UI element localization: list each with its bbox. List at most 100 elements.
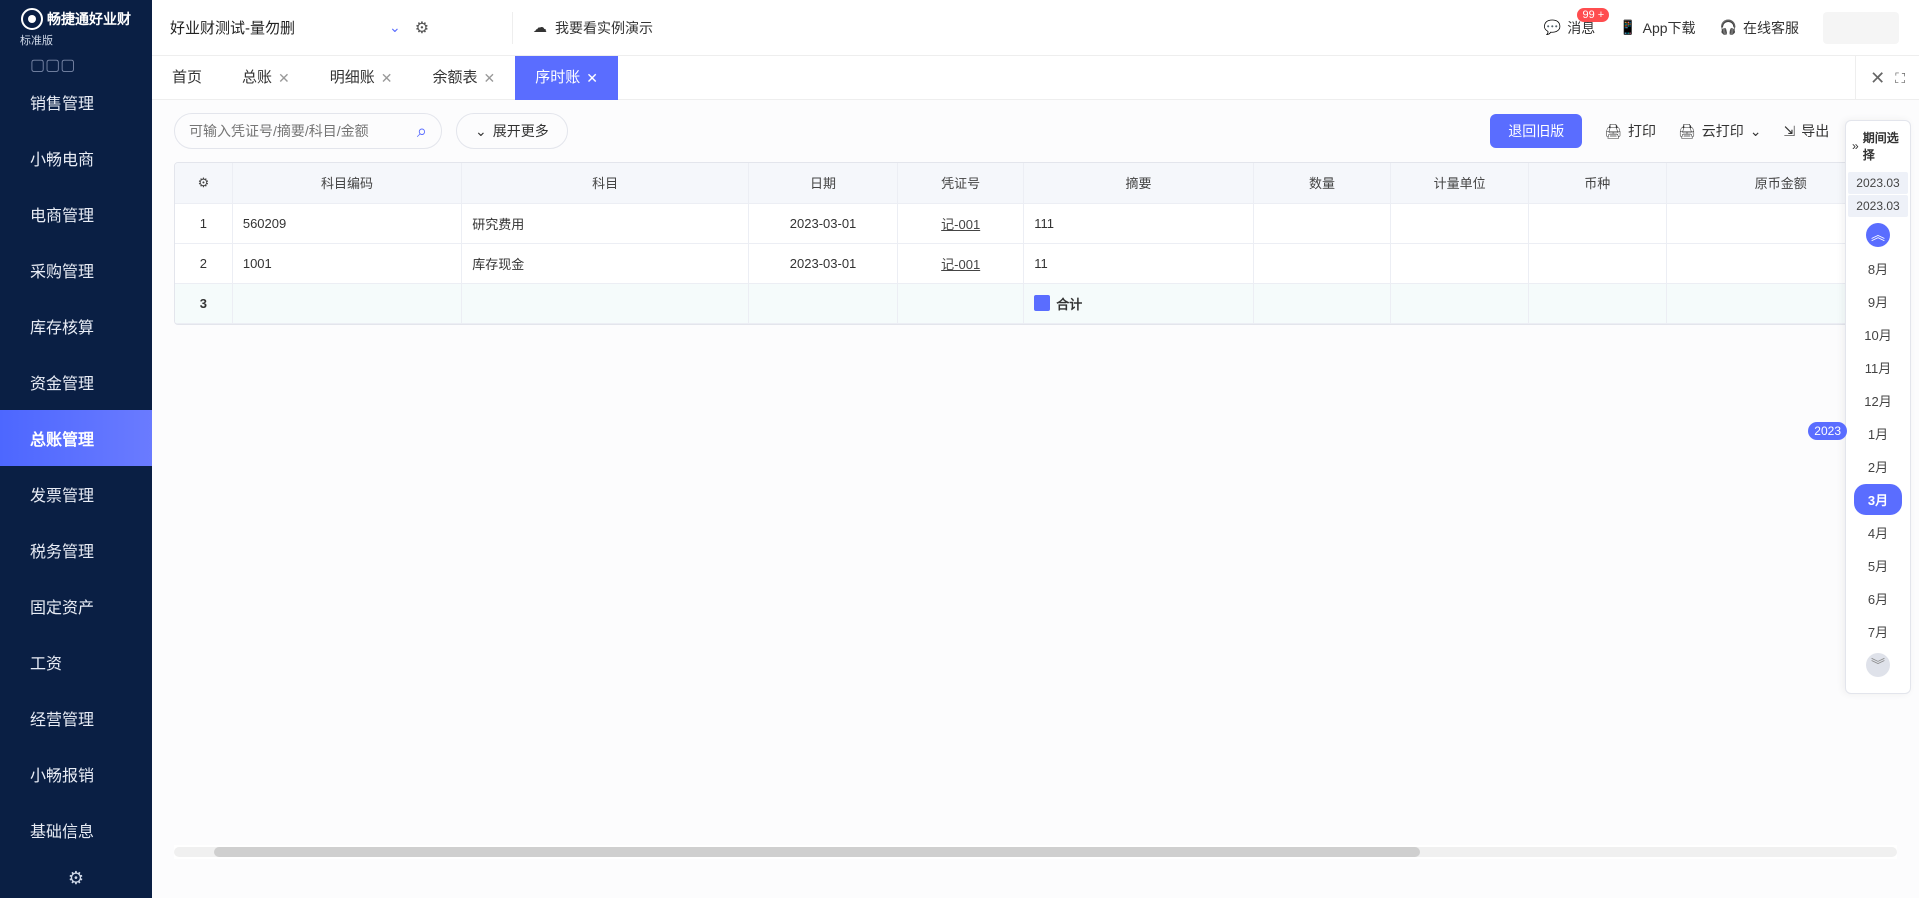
sidebar-item-11[interactable]: 经营管理 — [0, 690, 152, 746]
month-option-1[interactable]: 9月 — [1854, 286, 1902, 317]
chevron-down-icon: ⌄ — [1750, 123, 1762, 140]
main-area: 首页总账✕明细账✕余额表✕序时账✕ ✕ ⛶ ⌕ ⌄ 展开更多 退回旧版 🖨打印 … — [152, 56, 1919, 898]
avatar[interactable] — [1823, 12, 1899, 44]
month-option-11[interactable]: 7月 — [1854, 616, 1902, 647]
col-header-0[interactable]: ⚙ — [175, 163, 232, 203]
tab-0[interactable]: 首页 — [152, 56, 222, 100]
table-total-row: 3合计 — [175, 283, 1896, 323]
month-option-9[interactable]: 5月 — [1854, 550, 1902, 581]
sidebar-item-10[interactable]: 工资 — [0, 634, 152, 690]
tab-2[interactable]: 明细账✕ — [310, 56, 413, 100]
month-option-3[interactable]: 11月 — [1854, 352, 1902, 383]
phone-icon: 📱 — [1619, 19, 1636, 36]
tab-1[interactable]: 总账✕ — [222, 56, 310, 100]
month-option-7[interactable]: 3月 — [1854, 484, 1902, 515]
app-download-button[interactable]: 📱 App下载 — [1619, 18, 1695, 38]
tab-4[interactable]: 序时账✕ — [515, 56, 618, 100]
tenant-selector[interactable]: 好业财测试-量勿删 ⌄ ⚙ — [152, 17, 512, 38]
top-right-actions: 💬 消息 99 + 📱 App下载 🎧 在线客服 — [1544, 12, 1919, 44]
sidebar-item-12[interactable]: 小畅报销 — [0, 746, 152, 802]
voucher-link[interactable]: 记-001 — [941, 257, 980, 272]
tenant-name: 好业财测试-量勿删 — [170, 17, 295, 38]
col-header-6[interactable]: 数量 — [1253, 163, 1391, 203]
col-header-5[interactable]: 摘要 — [1024, 163, 1253, 203]
sidebar-item-3[interactable]: 采购管理 — [0, 242, 152, 298]
chevron-down-icon: ⌄ — [389, 19, 401, 36]
fullscreen-icon[interactable]: ⛶ — [1895, 70, 1905, 87]
top-bar: 畅捷通好业财 标准版 好业财测试-量勿删 ⌄ ⚙ ☁ 我要看实例演示 💬 消息 … — [0, 0, 1919, 56]
print-button[interactable]: 🖨打印 — [1604, 121, 1656, 141]
back-old-version-button[interactable]: 退回旧版 — [1490, 114, 1582, 148]
chat-icon: 💬 — [1544, 19, 1561, 36]
sidebar-item-9[interactable]: 固定资产 — [0, 578, 152, 634]
close-icon[interactable]: ✕ — [381, 56, 393, 100]
period-panel: » 期间选择 2023.03 2023.03 ︽ 8月9月10月11月12月1月… — [1845, 120, 1911, 694]
month-option-6[interactable]: 2月 — [1854, 451, 1902, 482]
month-option-5[interactable]: 1月 — [1854, 418, 1902, 449]
calendar-icon — [1034, 295, 1050, 311]
scroll-down-button[interactable]: ︾ — [1866, 653, 1890, 677]
period-panel-header[interactable]: » 期间选择 — [1846, 121, 1910, 171]
export-button[interactable]: ⇲导出 — [1784, 121, 1830, 141]
col-header-1[interactable]: 科目编码 — [232, 163, 461, 203]
col-header-8[interactable]: 币种 — [1528, 163, 1666, 203]
close-icon[interactable]: ✕ — [484, 56, 496, 100]
export-icon: ⇲ — [1784, 123, 1796, 140]
sidebar-item-truncated[interactable]: ▢▢▢ — [0, 56, 152, 74]
message-badge: 99 + — [1577, 8, 1609, 22]
month-option-0[interactable]: 8月 — [1854, 253, 1902, 284]
gear-icon[interactable]: ⚙ — [198, 175, 210, 190]
gear-icon: ⚙ — [68, 868, 84, 889]
demo-link[interactable]: ☁ 我要看实例演示 — [512, 12, 673, 44]
month-option-8[interactable]: 4月 — [1854, 517, 1902, 548]
sidebar-item-5[interactable]: 资金管理 — [0, 354, 152, 410]
toolbar: ⌕ ⌄ 展开更多 退回旧版 🖨打印 🖨云打印⌄ ⇲导出 ⟳刷新 — [152, 100, 1919, 162]
period-end[interactable]: 2023.03 — [1848, 195, 1908, 217]
brand-name: 畅捷通好业财 — [47, 9, 131, 29]
tab-bar: 首页总账✕明细账✕余额表✕序时账✕ ✕ ⛶ — [152, 56, 1919, 100]
horizontal-scrollbar[interactable] — [174, 845, 1897, 859]
scroll-up-button[interactable]: ︽ — [1866, 223, 1890, 247]
customer-service-button[interactable]: 🎧 在线客服 — [1720, 18, 1799, 38]
logo-area: 畅捷通好业财 标准版 — [0, 0, 152, 56]
sidebar-item-6[interactable]: 总账管理 — [0, 410, 152, 466]
col-header-3[interactable]: 日期 — [748, 163, 897, 203]
sidebar-item-0[interactable]: 销售管理 — [0, 74, 152, 130]
expand-more-button[interactable]: ⌄ 展开更多 — [456, 113, 568, 149]
close-all-tabs-icon[interactable]: ✕ — [1870, 68, 1885, 89]
period-start[interactable]: 2023.03 — [1848, 172, 1908, 194]
sidebar-settings[interactable]: ⚙ — [0, 858, 152, 898]
cloud-print-button[interactable]: 🖨云打印⌄ — [1678, 121, 1762, 141]
month-option-4[interactable]: 12月 — [1854, 385, 1902, 416]
month-option-2[interactable]: 10月 — [1854, 319, 1902, 350]
gear-icon[interactable]: ⚙ — [415, 18, 429, 38]
tab-3[interactable]: 余额表✕ — [413, 56, 516, 100]
search-input-wrapper[interactable]: ⌕ — [174, 113, 442, 149]
voucher-link[interactable]: 记-001 — [941, 217, 980, 232]
app-logo-icon — [21, 8, 43, 30]
col-header-7[interactable]: 计量单位 — [1391, 163, 1529, 203]
edition-label: 标准版 — [20, 32, 53, 48]
collapse-icon: » — [1852, 139, 1859, 153]
month-option-10[interactable]: 6月 — [1854, 583, 1902, 614]
sidebar-item-13[interactable]: 基础信息 — [0, 802, 152, 858]
sidebar-item-2[interactable]: 电商管理 — [0, 186, 152, 242]
search-icon[interactable]: ⌕ — [417, 121, 427, 142]
sidebar-item-8[interactable]: 税务管理 — [0, 522, 152, 578]
headset-icon: 🎧 — [1720, 19, 1737, 36]
close-icon[interactable]: ✕ — [586, 56, 598, 100]
messages-button[interactable]: 💬 消息 99 + — [1544, 18, 1595, 38]
sidebar-item-7[interactable]: 发票管理 — [0, 466, 152, 522]
year-badge: 2023 — [1808, 422, 1847, 440]
sidebar: ▢▢▢ 销售管理小畅电商电商管理采购管理库存核算资金管理总账管理发票管理税务管理… — [0, 56, 152, 898]
table-row[interactable]: 1560209研究费用2023-03-01记-001111 — [175, 203, 1896, 243]
col-header-4[interactable]: 凭证号 — [898, 163, 1024, 203]
cloud-print-icon: 🖨 — [1678, 123, 1696, 140]
col-header-2[interactable]: 科目 — [462, 163, 749, 203]
sidebar-item-1[interactable]: 小畅电商 — [0, 130, 152, 186]
table-row[interactable]: 21001库存现金2023-03-01记-00111 — [175, 243, 1896, 283]
sidebar-item-4[interactable]: 库存核算 — [0, 298, 152, 354]
close-icon[interactable]: ✕ — [278, 56, 290, 100]
search-input[interactable] — [189, 123, 417, 139]
cloud-icon: ☁ — [533, 19, 547, 36]
